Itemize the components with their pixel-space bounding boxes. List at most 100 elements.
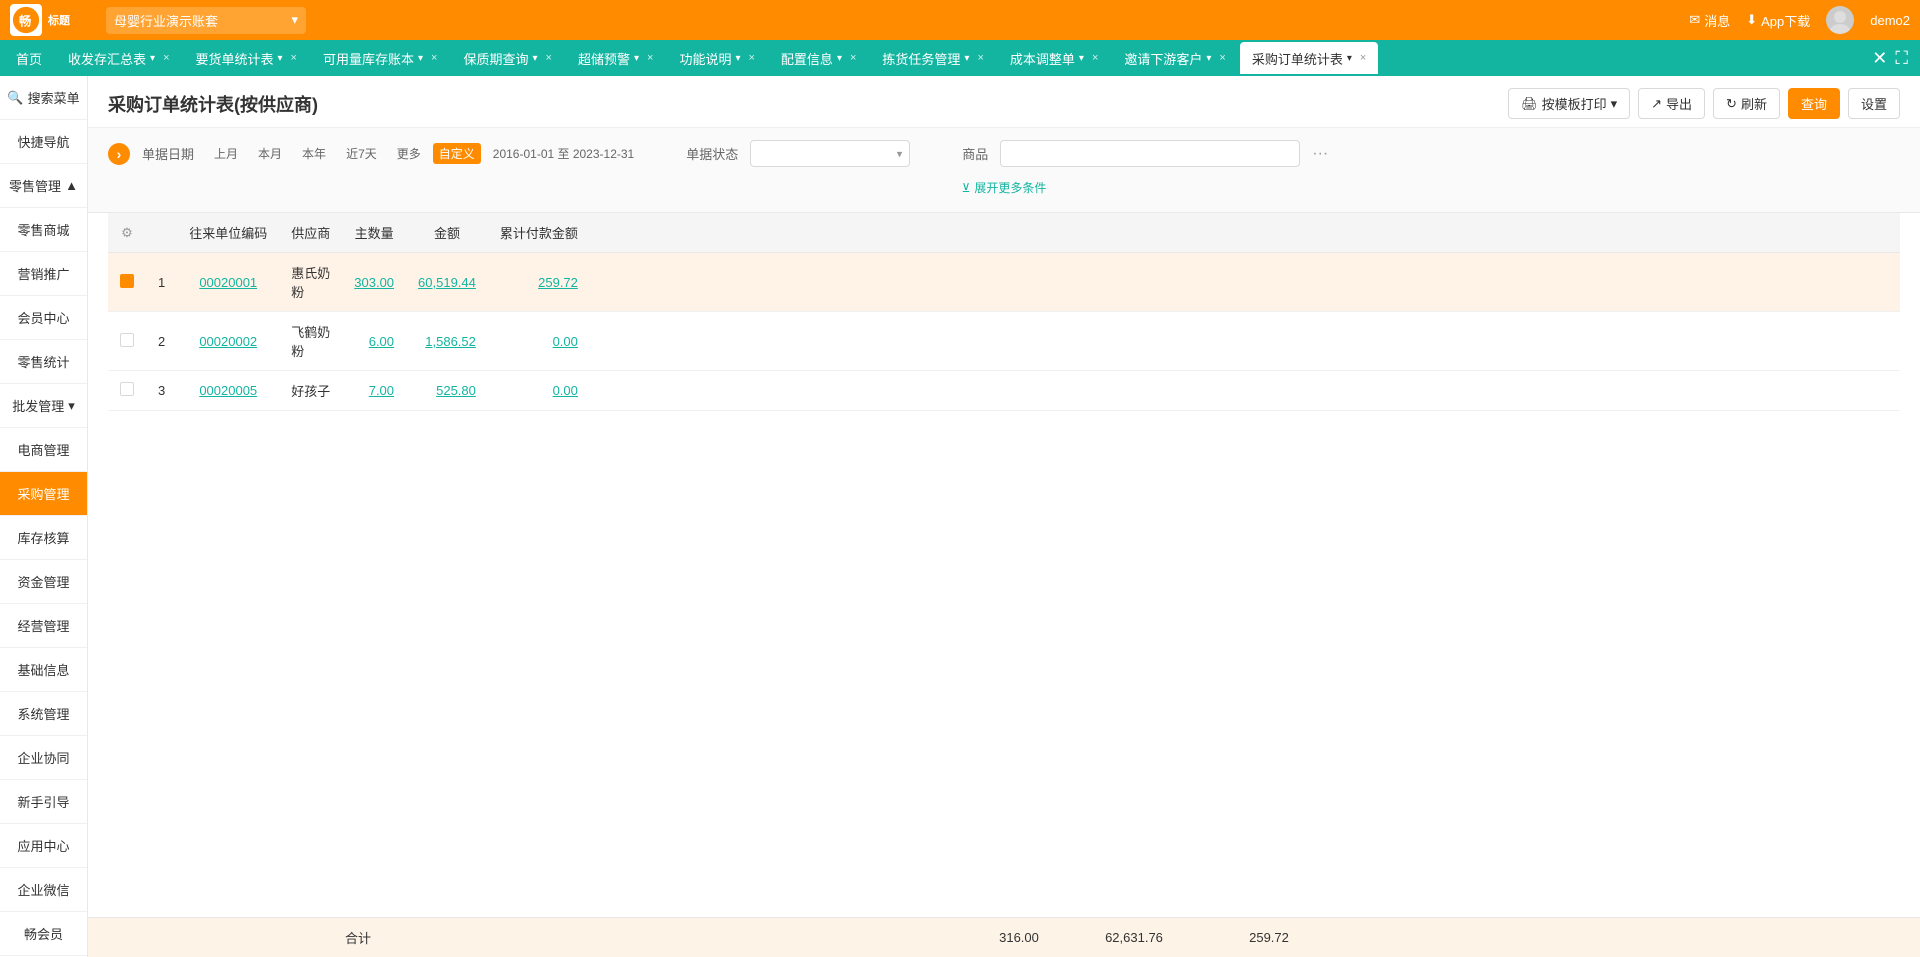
sidebar-item-marketing[interactable]: 营销推广 xyxy=(0,252,87,296)
sidebar-item-retail-mall[interactable]: 零售商城 xyxy=(0,208,87,252)
sidebar-inventory-label: 库存核算 xyxy=(17,528,69,547)
row2-check[interactable] xyxy=(108,312,146,371)
filter-toggle-button[interactable]: › xyxy=(108,143,130,165)
expand-more-button[interactable]: ⊻ 展开更多条件 xyxy=(108,175,1900,200)
row1-amount[interactable]: 60,519.44 xyxy=(406,253,488,312)
sidebar-item-finance[interactable]: 资金管理 xyxy=(0,560,87,604)
row2-extra xyxy=(590,312,1900,371)
export-button[interactable]: ↗ 导出 xyxy=(1638,88,1705,119)
query-label: 查询 xyxy=(1801,94,1827,113)
date-shortcut-last-month[interactable]: 上月 xyxy=(206,143,246,164)
tab-cost-adjust-close[interactable]: × xyxy=(1092,52,1098,64)
status-select[interactable] xyxy=(750,140,910,167)
row2-amount[interactable]: 1,586.52 xyxy=(406,312,488,371)
tab-available-stock-close[interactable]: × xyxy=(431,52,437,64)
tab-invite-downstream[interactable]: 邀请下游客户 ▾ × xyxy=(1112,42,1237,74)
tab-home[interactable]: 首页 xyxy=(4,42,54,74)
template-print-button[interactable]: 🖨 按模板打印 ▾ xyxy=(1508,88,1630,119)
filter-row-1: › 单据日期 上月 本月 本年 近7天 更多 自定义 2016-01-01 至 … xyxy=(108,140,1900,167)
nav-tabs-end: ✕ ⛶ xyxy=(1872,49,1916,67)
row1-check[interactable] xyxy=(108,253,146,312)
sidebar-item-shortcuts[interactable]: 快捷导航 xyxy=(0,120,87,164)
row3-amount[interactable]: 525.80 xyxy=(406,371,488,411)
message-button[interactable]: ✉ 消息 xyxy=(1689,11,1730,30)
svg-text:畅: 畅 xyxy=(19,13,31,28)
date-shortcut-more[interactable]: 更多 xyxy=(389,143,429,164)
sidebar-item-app-center[interactable]: 应用中心 xyxy=(0,824,87,868)
tab-demand-stats-close[interactable]: × xyxy=(291,52,297,64)
settings-button[interactable]: 设置 xyxy=(1848,88,1900,119)
tab-overstock-close[interactable]: × xyxy=(647,52,653,64)
tab-demand-stats-arrow: ▾ xyxy=(278,53,283,64)
sidebar-item-enterprise-wechat[interactable]: 企业微信 xyxy=(0,868,87,912)
date-shortcut-7-days[interactable]: 近7天 xyxy=(338,143,385,164)
sidebar-item-retail-stats[interactable]: 零售统计 xyxy=(0,340,87,384)
sidebar-purchase-label: 采购管理 xyxy=(17,484,69,503)
row3-paid[interactable]: 0.00 xyxy=(488,371,590,411)
tab-invite-downstream-label: 邀请下游客户 xyxy=(1124,49,1202,68)
sidebar-item-ecommerce[interactable]: 电商管理 xyxy=(0,428,87,472)
column-settings-icon[interactable]: ⚙ xyxy=(121,225,133,240)
tab-config-info[interactable]: 配置信息 ▾ × xyxy=(769,42,868,74)
tab-function-desc-close[interactable]: × xyxy=(748,52,754,64)
tab-demand-stats[interactable]: 要货单统计表 ▾ × xyxy=(184,42,309,74)
row2-qty[interactable]: 6.00 xyxy=(342,312,406,371)
tab-purchase-stats-close[interactable]: × xyxy=(1360,52,1366,64)
tab-pick-task-close[interactable]: × xyxy=(977,52,983,64)
row3-unit-code[interactable]: 00020005 xyxy=(177,371,279,411)
nav-tabs: 首页 收发存汇总表 ▾ × 要货单统计表 ▾ × 可用量库存账本 ▾ × 保质期… xyxy=(0,40,1920,76)
tab-warranty[interactable]: 保质期查询 ▾ × xyxy=(451,42,563,74)
row1-unit-code[interactable]: 00020001 xyxy=(177,253,279,312)
sidebar-item-sys-mgmt[interactable]: 系统管理 xyxy=(0,692,87,736)
tab-warranty-close[interactable]: × xyxy=(546,52,552,64)
footer-cells: 合计 316.00 62,631.76 259.72 xyxy=(108,928,1900,947)
goods-more-icon[interactable]: ··· xyxy=(1312,145,1328,163)
row2-paid[interactable]: 0.00 xyxy=(488,312,590,371)
date-shortcut-this-month[interactable]: 本月 xyxy=(250,143,290,164)
tab-function-desc[interactable]: 功能说明 ▾ × xyxy=(667,42,766,74)
th-check: ⚙ xyxy=(108,213,146,253)
tab-overstock[interactable]: 超储预警 ▾ × xyxy=(566,42,665,74)
workspace-selector[interactable]: 母婴行业演示账套 ▾ xyxy=(106,7,306,34)
tab-collect-send-close[interactable]: × xyxy=(163,52,169,64)
row3-qty[interactable]: 7.00 xyxy=(342,371,406,411)
chevron-up-icon: ▲ xyxy=(65,178,78,193)
sidebar-item-wholesale[interactable]: 批发管理 ▾ xyxy=(0,384,87,428)
sidebar-item-inventory[interactable]: 库存核算 xyxy=(0,516,87,560)
sidebar-item-retail[interactable]: 零售管理 ▲ xyxy=(0,164,87,208)
app-download-label: App下载 xyxy=(1761,11,1810,30)
row2-unit-code[interactable]: 00020002 xyxy=(177,312,279,371)
sidebar-item-new-guide[interactable]: 新手引导 xyxy=(0,780,87,824)
sidebar-item-enterprise-collab[interactable]: 企业协同 xyxy=(0,736,87,780)
sidebar-item-ops[interactable]: 经营管理 xyxy=(0,604,87,648)
row3-check[interactable] xyxy=(108,371,146,411)
fullscreen-button[interactable]: ⛶ xyxy=(1895,49,1908,67)
page-area: 采购订单统计表(按供应商) 🖨 按模板打印 ▾ ↗ 导出 ↻ 刷新 查询 xyxy=(88,76,1920,957)
sidebar-item-purchase[interactable]: 采购管理 xyxy=(0,472,87,516)
tab-available-stock[interactable]: 可用量库存账本 ▾ × xyxy=(311,42,449,74)
tab-purchase-stats[interactable]: 采购订单统计表 ▾ × xyxy=(1240,42,1378,74)
sidebar-item-base-info[interactable]: 基础信息 xyxy=(0,648,87,692)
refresh-button[interactable]: ↻ 刷新 xyxy=(1713,88,1780,119)
tab-cost-adjust[interactable]: 成本调整单 ▾ × xyxy=(998,42,1110,74)
query-button[interactable]: 查询 xyxy=(1788,88,1840,119)
settings-label: 设置 xyxy=(1861,94,1887,113)
sidebar-item-member[interactable]: 会员中心 xyxy=(0,296,87,340)
close-all-tabs-button[interactable]: ✕ xyxy=(1872,49,1887,67)
row1-qty[interactable]: 303.00 xyxy=(342,253,406,312)
user-name[interactable]: demo2 xyxy=(1870,13,1910,28)
date-shortcut-this-year[interactable]: 本年 xyxy=(294,143,334,164)
date-shortcut-custom[interactable]: 自定义 xyxy=(433,143,481,164)
expand-down-icon: ⊻ xyxy=(962,181,971,195)
date-shortcuts: 上月 本月 本年 近7天 更多 自定义 xyxy=(206,143,481,164)
goods-input[interactable] xyxy=(1000,140,1300,167)
tab-collect-send[interactable]: 收发存汇总表 ▾ × xyxy=(56,42,181,74)
tab-pick-task[interactable]: 拣货任务管理 ▾ × xyxy=(870,42,995,74)
tab-config-info-close[interactable]: × xyxy=(850,52,856,64)
sidebar-item-search[interactable]: 🔍 搜索菜单 xyxy=(0,76,87,120)
app-download-button[interactable]: ⬇ App下载 xyxy=(1746,11,1810,30)
row1-paid[interactable]: 259.72 xyxy=(488,253,590,312)
tab-cost-adjust-arrow: ▾ xyxy=(1079,53,1084,64)
sidebar-item-member2[interactable]: 畅会员 xyxy=(0,912,87,956)
tab-invite-downstream-close[interactable]: × xyxy=(1219,52,1225,64)
